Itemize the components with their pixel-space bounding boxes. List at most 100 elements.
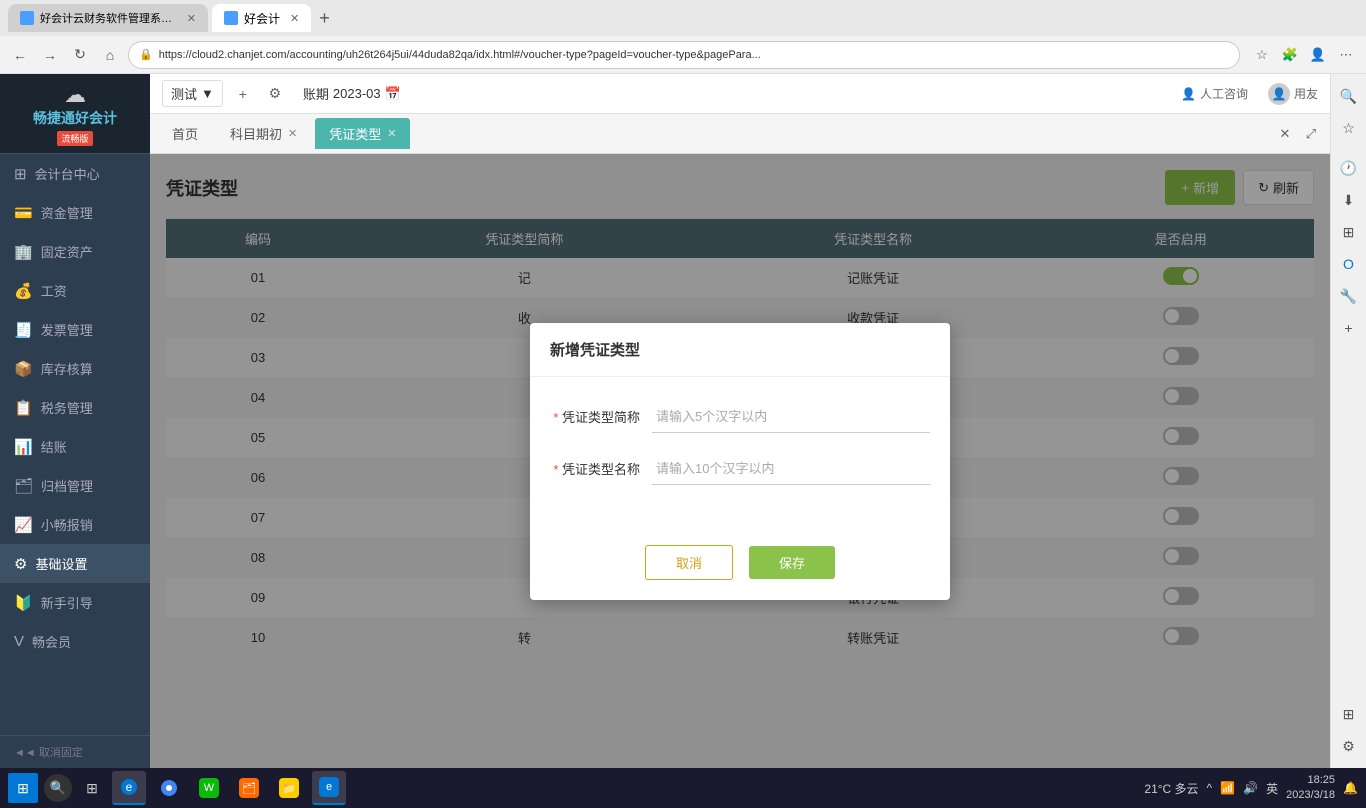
sidebar-item-payroll[interactable]: 💰 工资 (0, 271, 150, 310)
sidebar-item-settings[interactable]: ⚙ 基础设置 (0, 544, 150, 583)
minimize-tab-btn[interactable]: ✕ (1274, 123, 1296, 145)
new-tab-button[interactable]: + (319, 8, 330, 29)
forward-button[interactable]: → (38, 43, 62, 67)
right-search-icon[interactable]: 🔍 (1335, 82, 1363, 110)
user-button[interactable]: 👤 用友 (1268, 83, 1318, 105)
sidebar-item-label: 发票管理 (41, 320, 93, 339)
taskbar-edge[interactable]: e (112, 771, 146, 805)
sidebar-item-invoice[interactable]: 🧾 发票管理 (0, 310, 150, 349)
input-method[interactable]: 英 (1266, 780, 1278, 797)
taskbar-search[interactable]: 🔍 (44, 774, 72, 802)
taskbar-files[interactable]: 📁 (272, 771, 306, 805)
app-container: ☁ 畅捷通好会计 流畅版 ⊞ 会计台中心 💳 资金管理 🏢 固定资产 💰 工资 (0, 74, 1366, 768)
right-sidebar: 🔍 ☆ 🕐 ⬇ ⊞ O 🔧 + ⊞ ⚙ (1330, 74, 1366, 768)
tab-subject-close[interactable]: ✕ (288, 127, 297, 140)
settings-gear-icon[interactable]: ⚙ (263, 82, 287, 106)
tab-bar: 好会计云财务软件管理系统_会计 ✕ 好会计 ✕ + (0, 0, 1366, 36)
sidebar-item-label: 会计台中心 (35, 164, 100, 183)
systray-up-icon[interactable]: ^ (1207, 781, 1213, 795)
taskbar-widgets[interactable]: ⊞ (78, 774, 106, 802)
extensions-icon[interactable]: 🧩 (1278, 43, 1302, 67)
tab-voucher-close[interactable]: ✕ (387, 127, 396, 140)
home-button[interactable]: ⌂ (98, 43, 122, 67)
field-short-input[interactable] (652, 401, 930, 433)
sidebar-item-funds[interactable]: 💳 资金管理 (0, 193, 150, 232)
browser-tab-2[interactable]: 好会计 ✕ (212, 4, 311, 32)
taskbar-chrome[interactable] (152, 771, 186, 805)
tab-voucher-type[interactable]: 凭证类型 ✕ (315, 118, 410, 149)
support-button[interactable]: 👤 人工咨询 (1181, 85, 1248, 102)
dashboard-icon: ⊞ (14, 165, 27, 183)
menu-icon[interactable]: ⋯ (1334, 43, 1358, 67)
user-label: 用友 (1294, 85, 1318, 102)
save-button[interactable]: 保存 (749, 546, 835, 579)
tab-subject[interactable]: 科目期初 ✕ (216, 118, 311, 149)
tab-subject-label: 科目期初 (230, 124, 282, 143)
right-star-icon[interactable]: ☆ (1335, 114, 1363, 142)
funds-icon: 💳 (14, 204, 33, 222)
sidebar-scroll: ⊞ 会计台中心 💳 资金管理 🏢 固定资产 💰 工资 🧾 发票管理 📦 库 (0, 154, 150, 735)
sidebar-item-fixed-assets[interactable]: 🏢 固定资产 (0, 232, 150, 271)
tab2-close[interactable]: ✕ (290, 12, 299, 25)
right-plus-icon[interactable]: + (1335, 314, 1363, 342)
taskbar-app4[interactable]: 🗂 (232, 771, 266, 805)
tab-home[interactable]: 首页 (158, 118, 212, 149)
right-history-icon[interactable]: 🕐 (1335, 154, 1363, 182)
notification-icon[interactable]: 🔔 (1343, 781, 1358, 795)
right-apps-icon[interactable]: ⊞ (1335, 218, 1363, 246)
sidebar-item-guide[interactable]: 🔰 新手引导 (0, 583, 150, 622)
sidebar-item-label: 小畅报销 (41, 515, 93, 534)
settings-icon: ⚙ (14, 555, 27, 573)
right-outlook-icon[interactable]: O (1335, 250, 1363, 278)
logo-icon: ☁ (64, 82, 86, 108)
star-icon[interactable]: ☆ (1250, 43, 1274, 67)
address-bar[interactable]: 🔒 https://cloud2.chanjet.com/accounting/… (128, 41, 1240, 69)
period-info: 账期 2023-03 📅 (303, 84, 401, 103)
taskbar-systray: 21°C 多云 ^ 📶 🔊 英 18:25 2023/3/18 🔔 (1144, 773, 1358, 804)
modal-header: 新增凭证类型 (530, 323, 950, 377)
svg-text:e: e (126, 780, 133, 794)
sidebar-item-member[interactable]: V 畅会员 (0, 622, 150, 661)
tab2-title: 好会计 (244, 10, 280, 27)
right-download-icon[interactable]: ⬇ (1335, 186, 1363, 214)
field-short: 凭证类型简称 (550, 401, 930, 433)
tab-home-label: 首页 (172, 124, 198, 143)
right-grid-icon[interactable]: ⊞ (1335, 700, 1363, 728)
field-name-input[interactable] (652, 453, 930, 485)
browser-tab-1[interactable]: 好会计云财务软件管理系统_会计 ✕ (8, 4, 208, 32)
sidebar-item-report[interactable]: 📈 小畅报销 (0, 505, 150, 544)
sidebar-item-tax[interactable]: 📋 税务管理 (0, 388, 150, 427)
tax-icon: 📋 (14, 399, 33, 417)
sidebar-bottom[interactable]: ◄◄ 取消固定 (0, 735, 150, 768)
profile-icon[interactable]: 👤 (1306, 43, 1330, 67)
sidebar-item-settle[interactable]: 📊 结账 (0, 427, 150, 466)
browser-chrome: 好会计云财务软件管理系统_会计 ✕ 好会计 ✕ + ← → ↻ ⌂ 🔒 http… (0, 0, 1366, 74)
right-tools-icon[interactable]: 🔧 (1335, 282, 1363, 310)
modal-body: 凭证类型简称 凭证类型名称 (530, 377, 950, 529)
network-icon[interactable]: 📶 (1220, 781, 1235, 795)
field-short-label: 凭证类型简称 (550, 407, 640, 426)
sidebar-item-dashboard[interactable]: ⊞ 会计台中心 (0, 154, 150, 193)
right-settings-icon[interactable]: ⚙ (1335, 732, 1363, 760)
start-button[interactable]: ⊞ (8, 773, 38, 803)
sidebar-item-archive[interactable]: 🗂 归档管理 (0, 466, 150, 505)
taskbar-wechat[interactable]: W (192, 771, 226, 805)
back-button[interactable]: ← (8, 43, 32, 67)
add-button[interactable]: + (231, 82, 255, 106)
sidebar-item-label: 税务管理 (41, 398, 93, 417)
reload-button[interactable]: ↻ (68, 43, 92, 67)
fixed-assets-icon: 🏢 (14, 243, 33, 261)
tab1-close[interactable]: ✕ (187, 12, 196, 25)
sidebar-item-inventory[interactable]: 📦 库存核算 (0, 349, 150, 388)
modal-title: 新增凭证类型 (550, 342, 640, 359)
volume-icon[interactable]: 🔊 (1243, 781, 1258, 795)
modal: 新增凭证类型 凭证类型简称 凭证类型名称 取消 (530, 323, 950, 600)
company-selector[interactable]: 测试 ▼ (162, 80, 223, 107)
cancel-button[interactable]: 取消 (645, 545, 733, 580)
taskbar-edge2[interactable]: e (312, 771, 346, 805)
browser-actions: ☆ 🧩 👤 ⋯ (1250, 43, 1358, 67)
expand-tab-btn[interactable]: ⤢ (1300, 123, 1322, 145)
tab1-title: 好会计云财务软件管理系统_会计 (40, 10, 177, 26)
app-top-bar: 测试 ▼ + ⚙ 账期 2023-03 📅 👤 人工咨询 👤 用友 (150, 74, 1330, 114)
calendar-icon[interactable]: 📅 (385, 86, 401, 102)
